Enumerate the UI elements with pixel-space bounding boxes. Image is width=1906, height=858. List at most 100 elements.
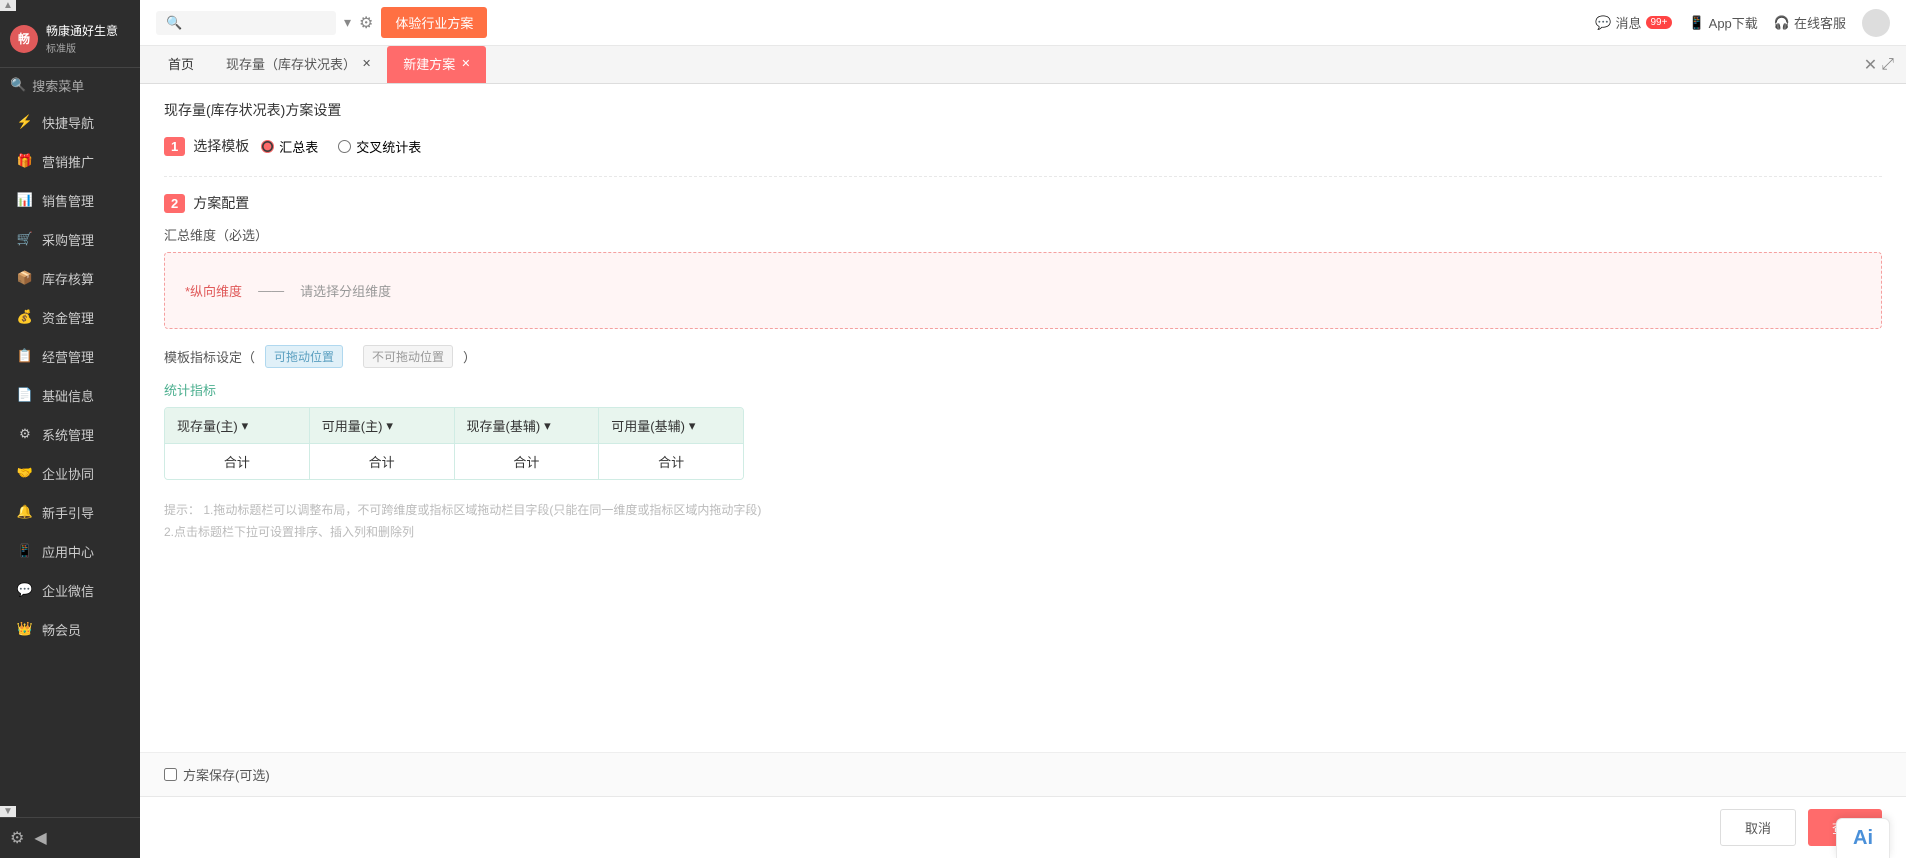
stats-header-label-3: 可用量(基辅) <box>611 416 685 435</box>
radio-summary-input[interactable] <box>261 140 274 153</box>
sidebar-search[interactable]: 🔍 搜索菜单 <box>0 68 140 103</box>
template-indicator-prefix: 模板指标设定（ <box>164 347 255 366</box>
sidebar-scroll-up[interactable]: ▲ <box>0 0 16 11</box>
footer: 取消 查询 <box>140 796 1906 858</box>
search-input[interactable] <box>188 16 318 30</box>
step2-header: 2 方案配置 <box>164 193 1882 213</box>
dropdown-icon-2: ▾ <box>544 418 551 434</box>
sidebar-item-system[interactable]: ⚙ 系统管理 <box>0 415 140 454</box>
sidebar-item-appstore[interactable]: 📱 应用中心 <box>0 532 140 571</box>
sidebar-item-operation[interactable]: 📋 经营管理 <box>0 337 140 376</box>
save-label[interactable]: 方案保存(可选) <box>183 765 270 784</box>
gear-icon[interactable]: ⚙ <box>359 13 373 33</box>
app-download-item[interactable]: 📱 App下载 <box>1688 13 1757 32</box>
sidebar-item-wechat[interactable]: 💬 企业微信 <box>0 571 140 610</box>
non-draggable-tag: 不可拖动位置 <box>363 345 453 368</box>
stats-header-cell-1[interactable]: 可用量(主) ▾ <box>310 408 455 443</box>
stats-body-cell-0-1: 合计 <box>310 444 455 479</box>
page-title: 现存量(库存状况表)方案设置 <box>164 100 1882 120</box>
sound-icon[interactable]: ◀ <box>34 828 46 848</box>
dimension-placeholder: 请选择分组维度 <box>300 281 391 300</box>
tab-inventory-status[interactable]: 现存量（库存状况表） ✕ <box>210 46 387 83</box>
wechat-icon: 💬 <box>16 581 34 599</box>
cancel-button[interactable]: 取消 <box>1720 809 1796 846</box>
stats-body-cell-0-3: 合计 <box>599 444 743 479</box>
sidebar-item-label: 企业协同 <box>42 464 94 483</box>
sidebar-bottom: ⚙ ◀ <box>0 817 140 858</box>
tab-new-plan[interactable]: 新建方案 ✕ <box>387 46 486 83</box>
sidebar-scroll-down[interactable]: ▼ <box>0 806 16 817</box>
radio-summary[interactable]: 汇总表 <box>261 137 318 156</box>
dimension-label: 汇总维度（必选） <box>164 225 1882 244</box>
headset-icon: 🎧 <box>1774 15 1790 31</box>
tab-inventory-close[interactable]: ✕ <box>362 57 371 70</box>
app-edition: 标准版 <box>46 40 118 55</box>
message-icon: 💬 <box>1595 15 1611 31</box>
operation-icon: 📋 <box>16 347 34 365</box>
sidebar-item-basic-info[interactable]: 📄 基础信息 <box>0 376 140 415</box>
sidebar-item-inventory[interactable]: 📦 库存核算 <box>0 259 140 298</box>
save-checkbox[interactable] <box>164 768 177 781</box>
stats-header-cell-3[interactable]: 可用量(基辅) ▾ <box>599 408 743 443</box>
radio-cross-label: 交叉统计表 <box>356 137 421 156</box>
app-logo-icon: 畅 <box>10 25 38 53</box>
industry-btn[interactable]: 体验行业方案 <box>381 7 487 38</box>
inventory-icon: 📦 <box>16 269 34 287</box>
stats-section: 统计指标 现存量(主) ▾ 可用量(主) ▾ <box>164 380 1882 480</box>
sidebar-item-label: 系统管理 <box>42 425 94 444</box>
panel-close-btn[interactable]: ✕ <box>1864 55 1877 75</box>
sales-icon: 📊 <box>16 191 34 209</box>
sidebar-item-sales[interactable]: 📊 销售管理 <box>0 181 140 220</box>
quick-nav-icon: ⚡ <box>16 113 34 131</box>
radio-cross-input[interactable] <box>338 140 351 153</box>
tab-home-label: 首页 <box>168 54 194 73</box>
online-service-label: 在线客服 <box>1794 13 1846 32</box>
sidebar-item-label: 采购管理 <box>42 230 94 249</box>
sidebar-item-corp[interactable]: 🤝 企业协同 <box>0 454 140 493</box>
messages-badge: 99+ <box>1646 16 1673 29</box>
sidebar-item-label: 库存核算 <box>42 269 94 288</box>
main-area: 🔍 ▾ ⚙ 体验行业方案 💬 消息 99+ 📱 App下载 🎧 在线客服 <box>140 0 1906 858</box>
sidebar-item-guide[interactable]: 🔔 新手引导 <box>0 493 140 532</box>
finance-icon: 💰 <box>16 308 34 326</box>
step2-badge: 2 <box>164 194 185 213</box>
sidebar-item-finance[interactable]: 💰 资金管理 <box>0 298 140 337</box>
sidebar-item-label: 应用中心 <box>42 542 94 561</box>
sidebar-item-label: 新手引导 <box>42 503 94 522</box>
messages-label: 消息 <box>1615 13 1641 32</box>
tab-home[interactable]: 首页 <box>152 46 210 83</box>
step1-badge: 1 <box>164 137 185 156</box>
stats-header-cell-0[interactable]: 现存量(主) ▾ <box>165 408 310 443</box>
messages-item[interactable]: 💬 消息 99+ <box>1595 13 1672 32</box>
sidebar-nav: ⚡ 快捷导航 🎁 营销推广 📊 销售管理 🛒 采购管理 📦 库存核算 💰 资金管… <box>0 103 140 806</box>
tab-new-plan-close[interactable]: ✕ <box>461 57 470 70</box>
topbar: 🔍 ▾ ⚙ 体验行业方案 💬 消息 99+ 📱 App下载 🎧 在线客服 <box>140 0 1906 46</box>
user-avatar[interactable] <box>1862 9 1890 37</box>
topbar-left: 🔍 ▾ ⚙ 体验行业方案 <box>156 7 1583 38</box>
sidebar-item-purchase[interactable]: 🛒 采购管理 <box>0 220 140 259</box>
online-service-item[interactable]: 🎧 在线客服 <box>1774 13 1846 32</box>
dropdown-icon-1: ▾ <box>386 418 393 434</box>
member-icon: 👑 <box>16 620 34 638</box>
sidebar-item-label: 经营管理 <box>42 347 94 366</box>
dimension-required-area: *纵向维度 —— 请选择分组维度 <box>164 252 1882 329</box>
radio-cross[interactable]: 交叉统计表 <box>338 137 421 156</box>
stats-body-row-0: 合计 合计 合计 合计 <box>165 443 743 479</box>
panel-expand-btn[interactable]: ⤢ <box>1881 56 1894 74</box>
ai-badge[interactable]: Ai <box>1836 818 1890 858</box>
stats-header-cell-2[interactable]: 现存量(基辅) ▾ <box>455 408 600 443</box>
tabbar: 首页 现存量（库存状况表） ✕ 新建方案 ✕ ✕ ⤢ <box>140 46 1906 84</box>
settings-icon[interactable]: ⚙ <box>10 828 24 848</box>
search-box[interactable]: 🔍 <box>156 11 336 35</box>
sidebar-item-marketing[interactable]: 🎁 营销推广 <box>0 142 140 181</box>
stats-header-row: 现存量(主) ▾ 可用量(主) ▾ 现存量(基辅) ▾ <box>165 408 743 443</box>
search-icon-topbar: 🔍 <box>166 15 182 31</box>
sidebar-item-quick-nav[interactable]: ⚡ 快捷导航 <box>0 103 140 142</box>
dropdown-icon[interactable]: ▾ <box>344 14 351 31</box>
stats-header-label-1: 可用量(主) <box>322 416 383 435</box>
guide-icon: 🔔 <box>16 503 34 521</box>
sidebar-item-label: 基础信息 <box>42 386 94 405</box>
sidebar-item-member[interactable]: 👑 畅会员 <box>0 610 140 649</box>
sidebar-item-label: 营销推广 <box>42 152 94 171</box>
tab-new-plan-label: 新建方案 <box>403 54 455 73</box>
